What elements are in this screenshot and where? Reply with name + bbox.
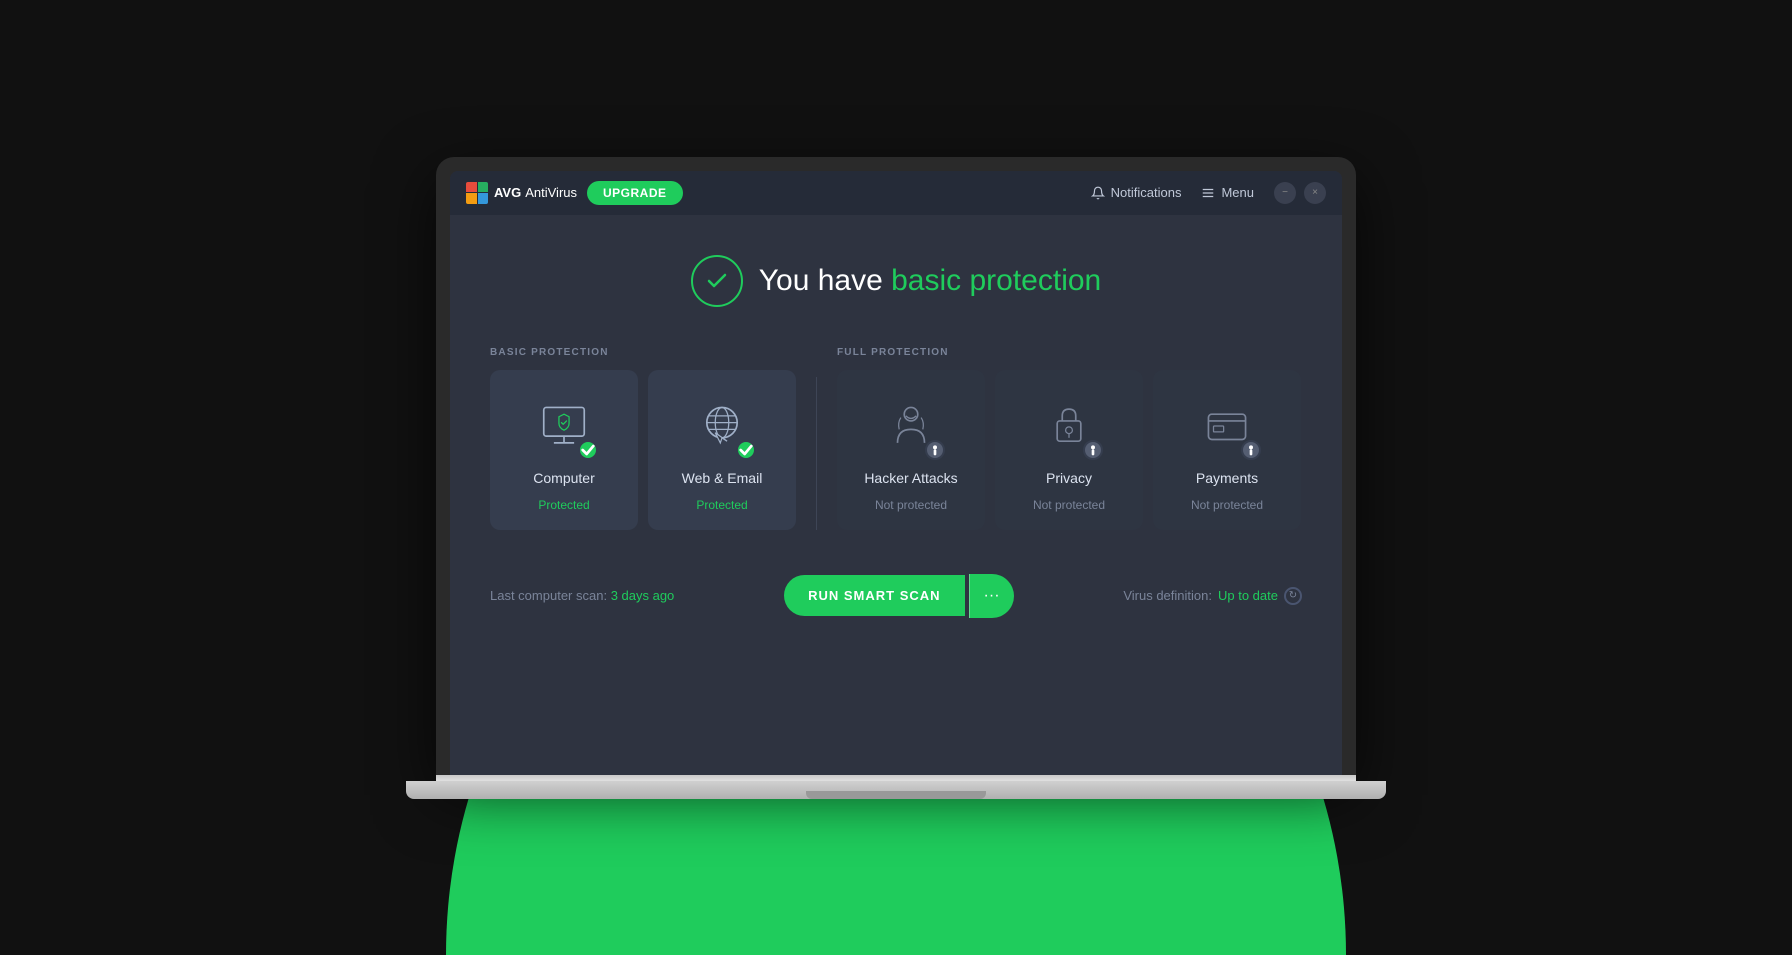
- menu-button[interactable]: Menu: [1201, 185, 1254, 200]
- laptop-mockup: AVG AntiVirus UPGRADE Notifications: [406, 157, 1386, 799]
- virus-def-label: Virus definition:: [1123, 588, 1212, 603]
- last-scan-time: 3 days ago: [611, 588, 675, 603]
- virus-definition-info: Virus definition: Up to date ↻: [1123, 587, 1302, 605]
- payments-status-badge: [1241, 440, 1261, 460]
- virus-def-status: Up to date: [1218, 588, 1278, 603]
- avg-brand: AVG: [494, 185, 521, 200]
- privacy-icon-wrap: [1037, 394, 1101, 458]
- hero-prefix: You have: [759, 264, 891, 297]
- hacker-card-status: Not protected: [875, 498, 947, 512]
- scan-button-group: RUN SMART SCAN ···: [784, 574, 1013, 618]
- computer-icon-wrap: [532, 394, 596, 458]
- privacy-card[interactable]: Privacy Not protected: [995, 370, 1143, 530]
- web-email-card[interactable]: Web & Email Protected: [648, 370, 796, 530]
- hacker-icon-wrap: [879, 394, 943, 458]
- hero-checkmark: [691, 255, 743, 307]
- avg-logo: AVG AntiVirus: [466, 182, 577, 204]
- scan-more-button[interactable]: ···: [969, 574, 1014, 618]
- payments-icon-wrap: [1195, 394, 1259, 458]
- payments-card[interactable]: Payments Not protected: [1153, 370, 1301, 530]
- hero-section: You have basic protection: [490, 255, 1302, 307]
- full-cards-row: Hacker Attacks Not protected: [837, 370, 1301, 530]
- titlebar-right: Notifications Menu − ×: [1091, 182, 1326, 204]
- window-controls: − ×: [1274, 182, 1326, 204]
- avg-logo-icon: [466, 182, 488, 204]
- avg-logo-text: AVG AntiVirus: [494, 185, 577, 200]
- basic-cards-row: Computer Protected: [490, 370, 796, 530]
- checkmark-icon: [705, 269, 729, 293]
- hacker-card-title: Hacker Attacks: [864, 470, 957, 486]
- notifications-label: Notifications: [1111, 185, 1182, 200]
- computer-card-status: Protected: [538, 498, 589, 512]
- menu-label: Menu: [1221, 185, 1254, 200]
- payments-card-status: Not protected: [1191, 498, 1263, 512]
- last-scan-info: Last computer scan: 3 days ago: [490, 588, 674, 603]
- minimize-button[interactable]: −: [1274, 182, 1296, 204]
- upgrade-button[interactable]: UPGRADE: [587, 181, 683, 205]
- titlebar: AVG AntiVirus UPGRADE Notifications: [450, 171, 1342, 215]
- full-protection-label: FULL PROTECTION: [837, 347, 1301, 358]
- basic-protection-label: BASIC PROTECTION: [490, 347, 796, 358]
- web-email-icon-wrap: [690, 394, 754, 458]
- hacker-status-badge: [925, 440, 945, 460]
- notifications-button[interactable]: Notifications: [1091, 185, 1182, 200]
- laptop-screen-outer: AVG AntiVirus UPGRADE Notifications: [436, 157, 1356, 775]
- hero-highlight: basic protection: [891, 264, 1101, 297]
- last-scan-label: Last computer scan:: [490, 588, 607, 603]
- privacy-status-badge: [1083, 440, 1103, 460]
- basic-protection-group: BASIC PROTECTION: [490, 347, 796, 530]
- run-scan-button[interactable]: RUN SMART SCAN: [784, 575, 964, 616]
- web-email-card-status: Protected: [696, 498, 747, 512]
- computer-card[interactable]: Computer Protected: [490, 370, 638, 530]
- laptop-notch: [436, 775, 1356, 781]
- computer-status-badge: [578, 440, 598, 460]
- main-content: You have basic protection BASIC PROTECTI…: [450, 215, 1342, 775]
- full-protection-group: FULL PROTECTION: [837, 347, 1301, 530]
- hero-title: You have basic protection: [759, 264, 1101, 298]
- bottom-bar: Last computer scan: 3 days ago RUN SMART…: [490, 570, 1302, 618]
- privacy-card-status: Not protected: [1033, 498, 1105, 512]
- web-email-status-badge: [736, 440, 756, 460]
- refresh-button[interactable]: ↻: [1284, 587, 1302, 605]
- laptop-base: [406, 781, 1386, 799]
- laptop-screen: AVG AntiVirus UPGRADE Notifications: [450, 171, 1342, 775]
- protection-sections: BASIC PROTECTION: [490, 347, 1302, 530]
- close-button[interactable]: ×: [1304, 182, 1326, 204]
- titlebar-left: AVG AntiVirus UPGRADE: [466, 181, 683, 205]
- menu-icon: [1201, 186, 1215, 200]
- bell-icon: [1091, 186, 1105, 200]
- avg-product: AntiVirus: [525, 185, 577, 200]
- hacker-attacks-card[interactable]: Hacker Attacks Not protected: [837, 370, 985, 530]
- section-divider: [816, 377, 817, 530]
